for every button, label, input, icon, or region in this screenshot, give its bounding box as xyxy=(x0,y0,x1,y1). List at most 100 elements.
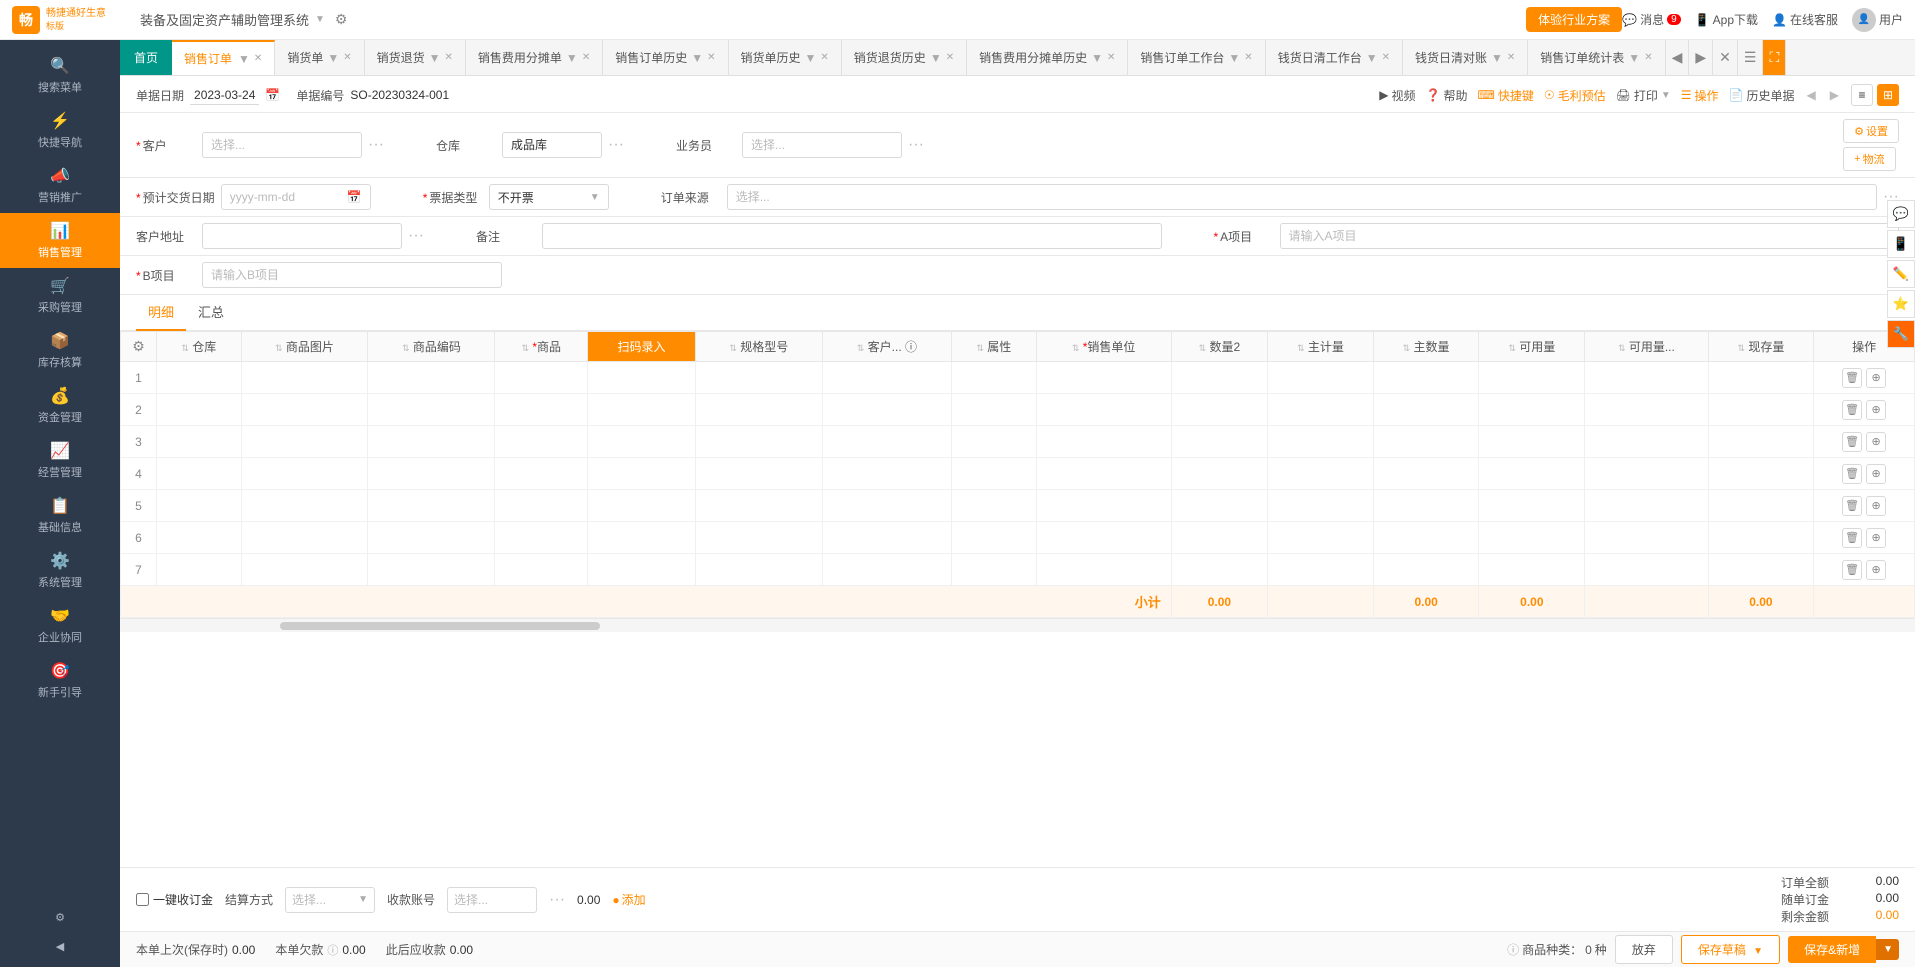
customer-more-icon[interactable]: ··· xyxy=(368,136,384,154)
tab-daily-clear[interactable]: 钱货日清工作台 ▼ ✕ xyxy=(1266,40,1403,76)
th-warehouse[interactable]: ⇅ 仓库 xyxy=(157,332,242,362)
th-goods[interactable]: ⇅ *商品 xyxy=(495,332,588,362)
save-draft-dropdown-icon[interactable]: ▼ xyxy=(1753,946,1763,957)
profit-btn[interactable]: ☉ 毛利预估 xyxy=(1544,87,1606,104)
row-copy-6[interactable]: ⊕ xyxy=(1866,528,1886,548)
th-main-qty[interactable]: ⇅ 主数量 xyxy=(1373,332,1479,362)
logistics-btn[interactable]: + 物流 xyxy=(1843,147,1895,171)
th-available2[interactable]: ⇅ 可用量... xyxy=(1585,332,1708,362)
close-icon[interactable]: ✕ xyxy=(1244,52,1252,63)
shortcut-btn[interactable]: ⌨ 快捷键 xyxy=(1478,87,1534,104)
rfp-btn-3[interactable]: ✏️ xyxy=(1887,260,1915,288)
tab-sales-goods[interactable]: 销货单 ▼ ✕ xyxy=(275,40,364,76)
history-btn[interactable]: 📄 历史单据 xyxy=(1729,87,1795,104)
close-icon[interactable]: ✕ xyxy=(1107,52,1115,63)
th-main-unit[interactable]: ⇅ 主计量 xyxy=(1268,332,1374,362)
save-new-dropdown[interactable]: ▼ xyxy=(1876,939,1899,960)
warehouse-input[interactable]: 成品库 xyxy=(502,132,602,158)
system-title-dropdown[interactable]: ▼ xyxy=(315,14,325,25)
tab-workbench[interactable]: 销售订单工作台 ▼ ✕ xyxy=(1128,40,1265,76)
sidebar-collapse-btn[interactable]: ◀ xyxy=(50,934,70,959)
th-image[interactable]: ⇅ 商品图片 xyxy=(241,332,368,362)
address-input[interactable] xyxy=(202,223,402,249)
row-copy-4[interactable]: ⊕ xyxy=(1866,464,1886,484)
th-gear[interactable]: ⚙ xyxy=(121,332,157,362)
one-click-checkbox-label[interactable]: 一键收订金 xyxy=(136,891,213,908)
account-more-icon[interactable]: ··· xyxy=(549,891,565,909)
th-unit[interactable]: ⇅ *销售单位 xyxy=(1036,332,1171,362)
print-dropdown[interactable]: ▼ xyxy=(1661,90,1671,101)
row-delete-3[interactable]: 🗑 xyxy=(1842,432,1862,452)
scroll-track[interactable] xyxy=(120,618,1915,632)
help-btn[interactable]: ❓ 帮助 xyxy=(1426,87,1468,104)
trial-btn[interactable]: 体验行业方案 xyxy=(1526,7,1622,32)
tab-dropdown-icon[interactable]: ▼ xyxy=(238,52,250,66)
th-scan[interactable]: 扫码录入 xyxy=(588,332,696,362)
tab-next-btn[interactable]: ▶ xyxy=(1689,40,1713,76)
save-draft-btn[interactable]: 保存草稿 ▼ xyxy=(1681,935,1780,964)
th-spec[interactable]: ⇅ 规格型号 xyxy=(695,332,822,362)
customer-input[interactable]: 选择... xyxy=(202,132,362,158)
gear-icon[interactable]: ⚙ xyxy=(132,338,145,354)
close-icon[interactable]: ✕ xyxy=(946,52,954,63)
sidebar-item-operations[interactable]: 📈 经营管理 xyxy=(0,433,120,488)
nav-next-icon[interactable]: ▶ xyxy=(1830,88,1839,102)
sidebar-item-sales[interactable]: 📊 销售管理 xyxy=(0,213,120,268)
close-icon[interactable]: ✕ xyxy=(820,52,828,63)
th-current[interactable]: ⇅ 现存量 xyxy=(1708,332,1814,362)
save-new-btn[interactable]: 保存&新增 xyxy=(1788,936,1876,963)
tab-sales-return[interactable]: 销货退货 ▼ ✕ xyxy=(365,40,466,76)
list-view-btn[interactable]: ≡ xyxy=(1851,84,1873,106)
rfp-btn-1[interactable]: 💬 xyxy=(1887,200,1915,228)
sidebar-item-search[interactable]: 🔍 搜索菜单 xyxy=(0,48,120,103)
sidebar-item-inventory[interactable]: 📦 库存核算 xyxy=(0,323,120,378)
tab-close-sales-order[interactable]: ✕ xyxy=(254,53,262,64)
rfp-btn-4[interactable]: ⭐ xyxy=(1887,290,1915,318)
row-copy-7[interactable]: ⊕ xyxy=(1866,560,1886,580)
sidebar-item-cooperation[interactable]: 🤝 企业协同 xyxy=(0,598,120,653)
row-copy-2[interactable]: ⊕ xyxy=(1866,400,1886,420)
row-delete-5[interactable]: 🗑 xyxy=(1842,496,1862,516)
close-icon[interactable]: ✕ xyxy=(1644,52,1652,63)
view-btn[interactable]: ▶ 视频 xyxy=(1379,87,1415,104)
one-click-checkbox[interactable] xyxy=(136,893,149,906)
sidebar-item-nav[interactable]: ⚡ 快捷导航 xyxy=(0,103,120,158)
remark-input[interactable] xyxy=(542,223,1162,249)
row-copy-3[interactable]: ⊕ xyxy=(1866,432,1886,452)
account-select[interactable]: 选择... xyxy=(447,887,537,913)
tab-fullscreen-btn[interactable]: ⛶ xyxy=(1763,40,1786,76)
invoice-select[interactable]: 不开票 ▼ xyxy=(489,184,609,210)
address-more-icon[interactable]: ··· xyxy=(408,227,424,245)
th-customer-code[interactable]: ⇅ 客户... ⓘ xyxy=(822,332,951,362)
tab-list-btn[interactable]: ☰ xyxy=(1738,40,1764,76)
discard-btn[interactable]: 放弃 xyxy=(1615,935,1673,964)
row-delete-6[interactable]: 🗑 xyxy=(1842,528,1862,548)
th-qty2[interactable]: ⇅ 数量2 xyxy=(1171,332,1267,362)
app-download-btn[interactable]: 📱 App下载 xyxy=(1695,11,1758,28)
tab-goods-history[interactable]: 销货单历史 ▼ ✕ xyxy=(729,40,842,76)
rfp-btn-5[interactable]: 🔧 xyxy=(1887,320,1915,348)
close-icon[interactable]: ✕ xyxy=(343,52,351,63)
scroll-thumb[interactable] xyxy=(280,622,600,630)
tab-sales-history[interactable]: 销售订单历史 ▼ ✕ xyxy=(603,40,728,76)
settings-icon[interactable]: ⚙ xyxy=(335,11,348,28)
tab-sales-fee[interactable]: 销售费用分摊单 ▼ ✕ xyxy=(466,40,603,76)
grid-view-btn[interactable]: ⊞ xyxy=(1877,84,1899,106)
operation-btn[interactable]: ☰ 操作 xyxy=(1681,87,1719,104)
row-delete-2[interactable]: 🗑 xyxy=(1842,400,1862,420)
a-project-input[interactable]: 请输入A项目 xyxy=(1280,223,1900,249)
add-payment-btn[interactable]: ● 添加 xyxy=(612,891,645,908)
sidebar-item-basic[interactable]: 📋 基础信息 xyxy=(0,488,120,543)
warehouse-more-icon[interactable]: ··· xyxy=(608,136,624,154)
tab-more-btn[interactable]: ✕ xyxy=(1713,40,1738,76)
close-icon[interactable]: ✕ xyxy=(1507,52,1515,63)
tab-summary[interactable]: 汇总 xyxy=(186,295,236,331)
tab-home[interactable]: 首页 xyxy=(120,40,172,76)
tab-daily-reconcile[interactable]: 钱货日清对账 ▼ ✕ xyxy=(1403,40,1528,76)
th-code[interactable]: ⇅ 商品编码 xyxy=(368,332,495,362)
close-icon[interactable]: ✕ xyxy=(707,52,715,63)
calendar-icon[interactable]: 📅 xyxy=(265,88,280,102)
rfp-btn-2[interactable]: 📱 xyxy=(1887,230,1915,258)
row-delete-4[interactable]: 🗑 xyxy=(1842,464,1862,484)
b-project-input[interactable]: 请输入B项目 xyxy=(202,262,502,288)
